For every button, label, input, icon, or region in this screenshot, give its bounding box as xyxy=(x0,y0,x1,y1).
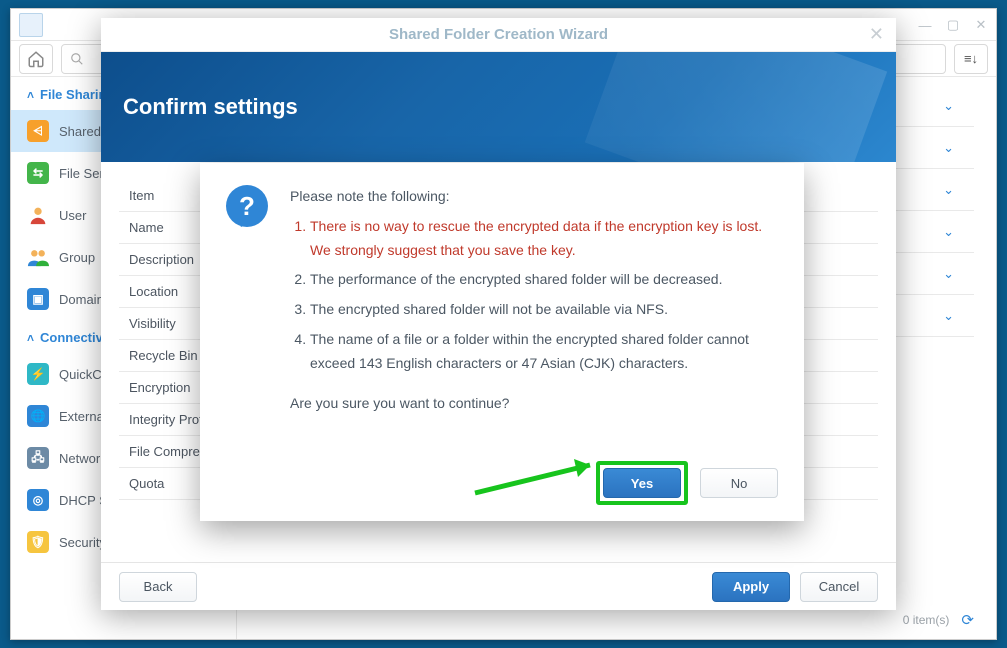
home-icon xyxy=(27,50,45,68)
sidebar-item-label: Group xyxy=(59,250,95,265)
dialog-confirm-text: Are you sure you want to continue? xyxy=(290,392,778,416)
sort-button[interactable]: ≡↓ xyxy=(954,44,988,74)
network-icon: 🖧 xyxy=(27,447,49,469)
chevron-down-icon: ⌄ xyxy=(943,308,954,324)
wizard-close-icon[interactable]: ✕ xyxy=(869,24,884,45)
apply-button[interactable]: Apply xyxy=(712,572,790,602)
chevron-up-icon: ˄ xyxy=(27,331,34,345)
note-item: The performance of the encrypted shared … xyxy=(310,268,778,292)
app-icon xyxy=(19,13,43,37)
back-button[interactable]: Back xyxy=(119,572,197,602)
dialog-notes: There is no way to rescue the encrypted … xyxy=(290,215,778,376)
maximize-icon[interactable]: ▢ xyxy=(944,17,962,33)
wizard-title: Shared Folder Creation Wizard xyxy=(389,26,608,43)
chevron-down-icon: ⌄ xyxy=(943,98,954,114)
note-item: The name of a file or a folder within th… xyxy=(310,328,778,376)
item-count: 0 item(s) xyxy=(903,613,950,627)
confirm-dialog: ? Please note the following: There is no… xyxy=(200,163,804,521)
wizard-hero: Confirm settings xyxy=(101,52,896,162)
window-buttons: — ▢ ✕ xyxy=(916,9,990,41)
shield-icon: 🛡 xyxy=(27,531,49,553)
dialog-intro: Please note the following: xyxy=(290,185,778,209)
sort-icon: ≡↓ xyxy=(964,51,978,66)
search-icon xyxy=(70,52,84,66)
wizard-heading: Confirm settings xyxy=(123,94,298,120)
chevron-down-icon: ⌄ xyxy=(943,140,954,156)
wizard-titlebar: Shared Folder Creation Wizard ✕ xyxy=(101,18,896,52)
home-button[interactable] xyxy=(19,44,53,74)
close-icon[interactable]: ✕ xyxy=(972,17,990,33)
status-bar: 0 item(s) ⟳ xyxy=(903,611,974,629)
sidebar-item-label: Security xyxy=(59,535,106,550)
chevron-down-icon: ⌄ xyxy=(943,182,954,198)
chevron-up-icon: ˄ xyxy=(27,88,34,102)
question-icon: ? xyxy=(226,185,268,227)
no-button[interactable]: No xyxy=(700,468,778,498)
dialog-text: Please note the following: There is no w… xyxy=(290,185,778,463)
yes-button[interactable]: Yes xyxy=(603,468,681,498)
minimize-icon[interactable]: — xyxy=(916,18,934,33)
annotation-arrow-icon xyxy=(470,453,610,503)
reload-icon[interactable]: ⟳ xyxy=(961,611,974,629)
quickconnect-icon: ⚡ xyxy=(27,363,49,385)
dhcp-icon: ◎ xyxy=(27,489,49,511)
dialog-body: ? Please note the following: There is no… xyxy=(226,185,778,463)
chevron-down-icon: ⌄ xyxy=(943,224,954,240)
group-icon xyxy=(27,246,49,268)
sidebar-item-label: User xyxy=(59,208,86,223)
user-icon xyxy=(27,204,49,226)
folder-share-icon: ⩤ xyxy=(27,120,49,142)
wizard-footer: Back Apply Cancel xyxy=(101,562,896,610)
chevron-down-icon: ⌄ xyxy=(943,266,954,282)
file-services-icon: ⇆ xyxy=(27,162,49,184)
cancel-button[interactable]: Cancel xyxy=(800,572,878,602)
note-warning: There is no way to rescue the encrypted … xyxy=(310,215,778,263)
sidebar-item-label: Network xyxy=(59,451,107,466)
globe-icon: 🌐 xyxy=(27,405,49,427)
note-item: The encrypted shared folder will not be … xyxy=(310,298,778,322)
domain-icon: ▣ xyxy=(27,288,49,310)
